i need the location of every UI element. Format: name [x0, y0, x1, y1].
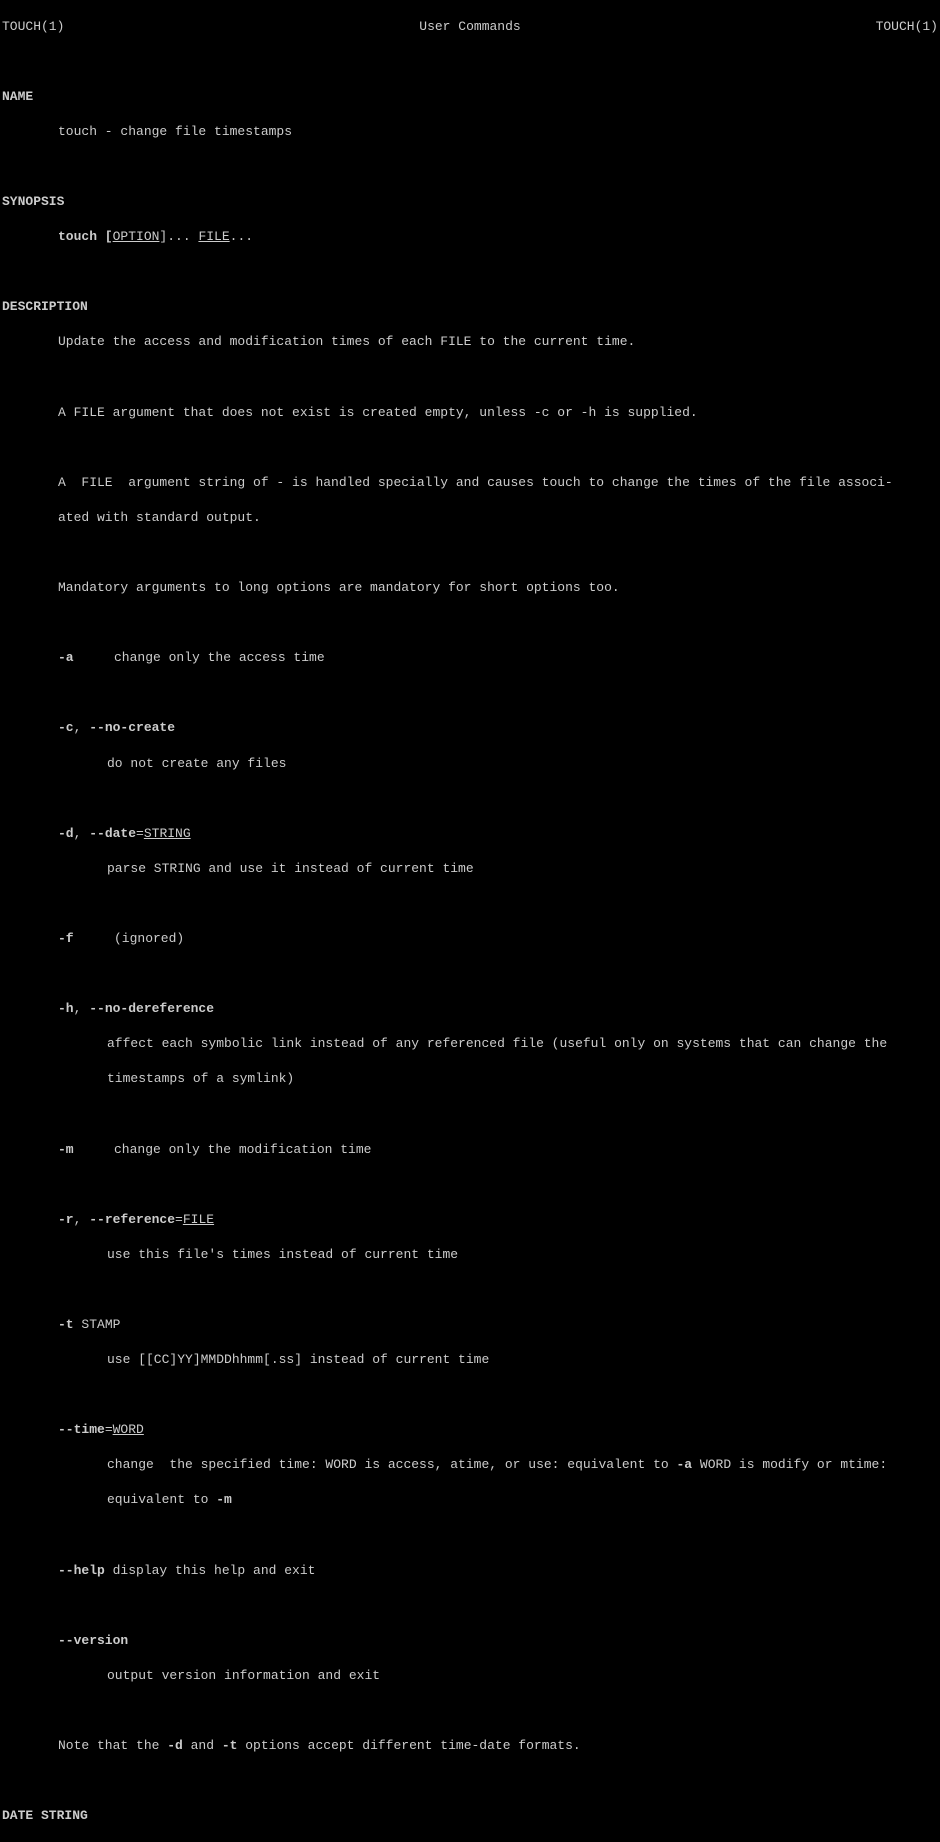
option-d-desc: parse STRING and use it instead of curre… — [2, 860, 938, 878]
option-version-flag: --version — [58, 1633, 128, 1648]
man-header: TOUCH(1) User Commands TOUCH(1) — [2, 18, 938, 36]
option-help: --help display this help and exit — [2, 1562, 938, 1580]
option-time: --time=WORD — [2, 1421, 938, 1439]
option-time-arg: WORD — [113, 1422, 144, 1437]
option-t-flag: -t — [58, 1317, 74, 1332]
option-a-flag: -a — [58, 649, 114, 667]
option-time-desc-b: WORD is modify or mtime: — [692, 1457, 887, 1472]
desc-line-3a: A FILE argument string of - is handled s… — [2, 474, 938, 492]
option-time-eq: = — [105, 1422, 113, 1437]
option-c: -c, --no-create — [2, 719, 938, 737]
option-d-flag2: --date — [89, 826, 136, 841]
note-suffix: options accept different time-date forma… — [237, 1738, 580, 1753]
option-t: -t STAMP — [2, 1316, 938, 1334]
option-time-bold-a: -a — [677, 1457, 693, 1472]
desc-line-4: Mandatory arguments to long options are … — [2, 579, 938, 597]
option-time-desc-a: change the specified time: WORD is acces… — [107, 1457, 677, 1472]
option-d: -d, --date=STRING — [2, 825, 938, 843]
option-version-desc: output version information and exit — [2, 1667, 938, 1685]
option-d-flag1: -d — [58, 826, 74, 841]
option-c-desc: do not create any files — [2, 755, 938, 773]
option-time-desc-c: equivalent to — [107, 1492, 216, 1507]
name-body: touch - change file timestamps — [2, 123, 938, 141]
option-h-desc-b: timestamps of a symlink) — [2, 1070, 938, 1088]
option-d-eq: = — [136, 826, 144, 841]
synopsis-suffix: ... — [230, 229, 253, 244]
option-r-flag2: --reference — [89, 1212, 175, 1227]
option-d-arg: STRING — [144, 826, 191, 841]
synopsis-prefix: touch [ — [58, 229, 113, 244]
option-h-sep: , — [74, 1001, 90, 1016]
option-h-desc-a: affect each symbolic link instead of any… — [2, 1035, 938, 1053]
option-f-flag: -f — [58, 930, 114, 948]
option-r: -r, --reference=FILE — [2, 1211, 938, 1229]
option-a-desc: change only the access time — [114, 650, 325, 665]
option-r-flag1: -r — [58, 1212, 74, 1227]
option-time-desc-line1: change the specified time: WORD is acces… — [2, 1456, 938, 1474]
synopsis-file: FILE — [198, 229, 229, 244]
option-time-bold-m: -m — [216, 1492, 232, 1507]
synopsis-option: OPTION — [113, 229, 160, 244]
option-f: -f(ignored) — [2, 930, 938, 948]
man-page: TOUCH(1) User Commands TOUCH(1) NAME touch… — [0, 0, 940, 1842]
section-name-title: NAME — [2, 88, 938, 106]
option-r-desc: use this file's times instead of current… — [2, 1246, 938, 1264]
option-help-desc: display this help and exit — [105, 1563, 316, 1578]
option-h-flag1: -h — [58, 1001, 74, 1016]
synopsis-body: touch [OPTION]... FILE... — [2, 228, 938, 246]
option-r-sep: , — [74, 1212, 90, 1227]
header-center: User Commands — [419, 18, 520, 36]
note-t: -t — [222, 1738, 238, 1753]
option-help-flag: --help — [58, 1563, 105, 1578]
option-d-sep: , — [74, 826, 90, 841]
note-d: -d — [167, 1738, 183, 1753]
option-h: -h, --no-dereference — [2, 1000, 938, 1018]
note-prefix: Note that the — [58, 1738, 167, 1753]
desc-line-1: Update the access and modification times… — [2, 333, 938, 351]
option-m: -mchange only the modification time — [2, 1141, 938, 1159]
option-c-flag2: --no-create — [89, 720, 175, 735]
section-synopsis-title: SYNOPSIS — [2, 193, 938, 211]
option-f-desc: (ignored) — [114, 931, 184, 946]
note-mid: and — [183, 1738, 222, 1753]
note-line: Note that the -d and -t options accept d… — [2, 1737, 938, 1755]
option-t-desc: use [[CC]YY]MMDDhhmm[.ss] instead of cur… — [2, 1351, 938, 1369]
option-t-arg: STAMP — [74, 1317, 121, 1332]
synopsis-mid: ]... — [159, 229, 198, 244]
section-datestring-title: DATE STRING — [2, 1807, 938, 1825]
option-m-desc: change only the modification time — [114, 1142, 371, 1157]
header-right: TOUCH(1) — [876, 18, 938, 36]
section-description-title: DESCRIPTION — [2, 298, 938, 316]
header-left: TOUCH(1) — [2, 18, 64, 36]
option-c-flag1: -c — [58, 720, 74, 735]
desc-line-3b: ated with standard output. — [2, 509, 938, 527]
option-time-desc-line2: equivalent to -m — [2, 1491, 938, 1509]
option-c-sep: , — [74, 720, 90, 735]
option-m-flag: -m — [58, 1141, 114, 1159]
option-time-flag: --time — [58, 1422, 105, 1437]
option-a: -achange only the access time — [2, 649, 938, 667]
option-version: --version — [2, 1632, 938, 1650]
option-r-eq: = — [175, 1212, 183, 1227]
desc-line-2: A FILE argument that does not exist is c… — [2, 404, 938, 422]
option-h-flag2: --no-dereference — [89, 1001, 214, 1016]
option-r-arg: FILE — [183, 1212, 214, 1227]
